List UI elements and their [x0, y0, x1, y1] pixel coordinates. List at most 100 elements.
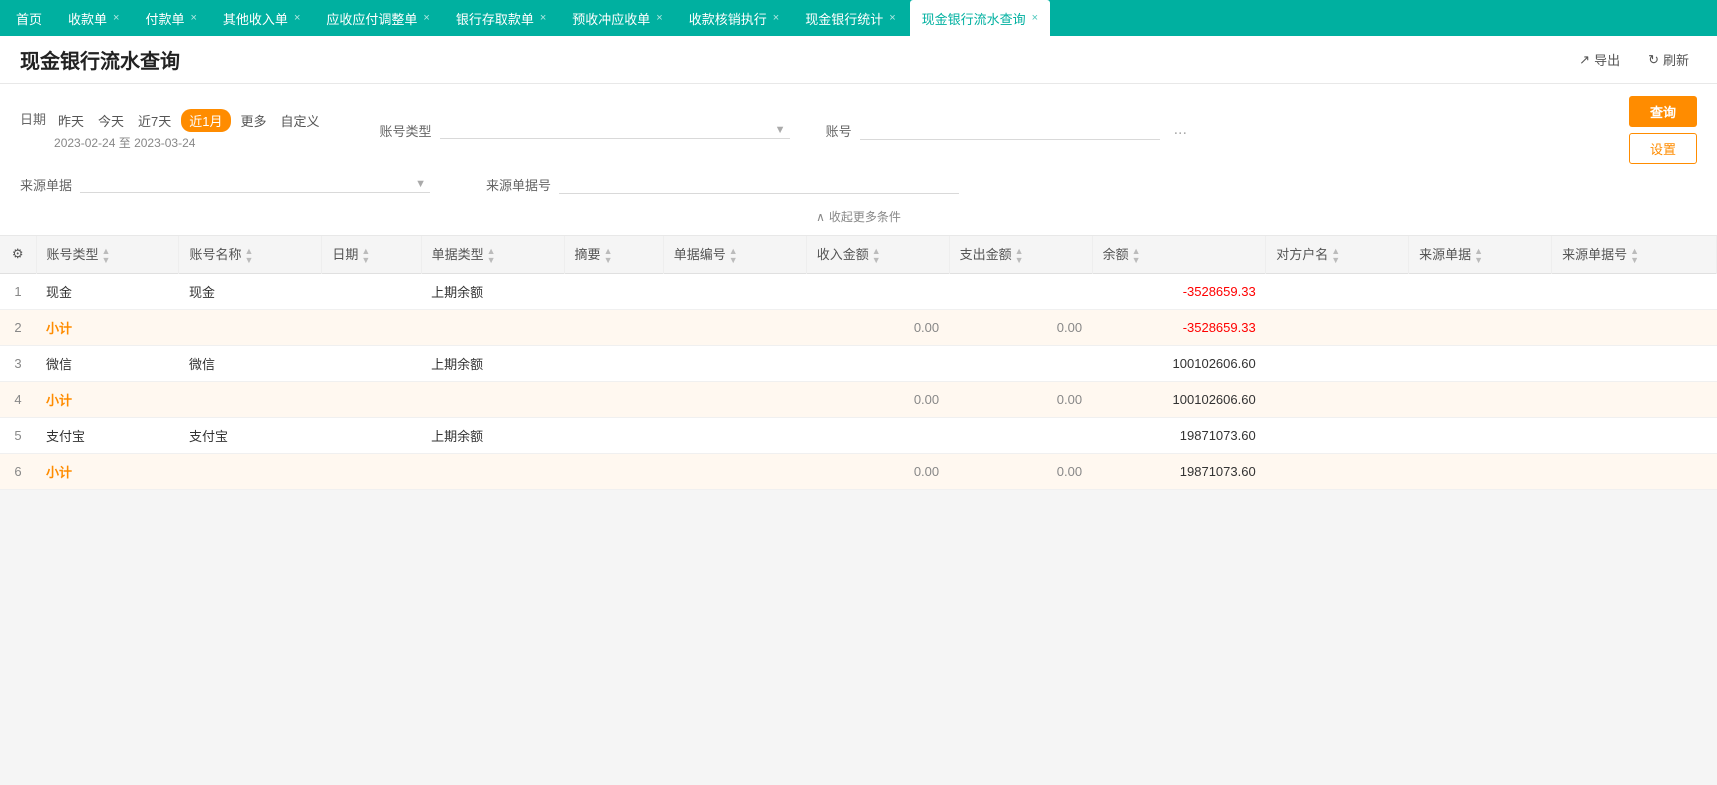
col-header-summary: 摘要▲▼ — [564, 236, 663, 273]
nav-close-icon-8[interactable]: × — [889, 12, 895, 24]
export-button[interactable]: ↗ 导出 — [1571, 46, 1628, 73]
date-option-0[interactable]: 昨天 — [54, 109, 88, 132]
account-input[interactable] — [860, 120, 1160, 140]
col-header-counterpart: 对方户名▲▼ — [1266, 236, 1409, 273]
data-table-container: ⚙账号类型▲▼账号名称▲▼日期▲▼单据类型▲▼摘要▲▼单据编号▲▼收入金额▲▼支… — [0, 236, 1717, 490]
cell-counterpart — [1266, 345, 1409, 381]
nav-item-8[interactable]: 现金银行统计× — [793, 0, 907, 36]
cell-doc_type — [421, 309, 564, 345]
cell-expense — [949, 273, 1092, 309]
sort-icon-income[interactable]: ▲▼ — [872, 247, 881, 265]
cell-doc_type: 上期余额 — [421, 273, 564, 309]
table-body: 1现金现金上期余额-3528659.332小计0.000.00-3528659.… — [0, 273, 1717, 489]
sort-icon-balance[interactable]: ▲▼ — [1132, 247, 1141, 265]
query-button[interactable]: 查询 — [1629, 96, 1697, 127]
nav-item-6[interactable]: 预收冲应收单× — [560, 0, 674, 36]
collapse-button[interactable]: ∧ 收起更多条件 — [816, 208, 901, 225]
filter-area: 日期 昨天今天近7天近1月更多自定义 2023-02-24 至 2023-03-… — [0, 84, 1717, 236]
cell-date — [322, 309, 421, 345]
nav-close-icon-4[interactable]: × — [423, 12, 429, 24]
nav-close-icon-2[interactable]: × — [190, 12, 196, 24]
nav-item-7[interactable]: 收款核销执行× — [677, 0, 791, 36]
date-options: 昨天今天近7天近1月更多自定义 — [54, 109, 324, 132]
date-range-display: 2023-02-24 至 2023-03-24 — [54, 134, 324, 151]
nav-item-2[interactable]: 付款单× — [133, 0, 208, 36]
cell-summary — [564, 417, 663, 453]
cell-account_name: 现金 — [179, 273, 322, 309]
col-header-settings[interactable]: ⚙ — [0, 236, 36, 273]
cell-date — [322, 453, 421, 489]
cell-account_type: 小计 — [36, 453, 179, 489]
nav-close-icon-1[interactable]: × — [113, 12, 119, 24]
sort-icon-doc_type[interactable]: ▲▼ — [487, 247, 496, 265]
cell-income — [806, 345, 949, 381]
cell-index: 6 — [0, 453, 36, 489]
date-option-3[interactable]: 近1月 — [181, 109, 230, 132]
cell-income: 0.00 — [806, 453, 949, 489]
refresh-icon: ↻ — [1648, 52, 1659, 68]
account-label: 账号 — [826, 121, 852, 140]
date-option-1[interactable]: 今天 — [94, 109, 128, 132]
account-dots[interactable]: ... — [1168, 119, 1193, 141]
cell-account_name — [179, 381, 322, 417]
nav-close-icon-9[interactable]: × — [1032, 12, 1038, 24]
date-filter-group: 日期 昨天今天近7天近1月更多自定义 2023-02-24 至 2023-03-… — [20, 109, 324, 151]
collapse-row: ∧ 收起更多条件 — [20, 204, 1697, 227]
cell-source_doc — [1409, 273, 1552, 309]
setting-button[interactable]: 设置 — [1629, 133, 1697, 164]
cell-balance: 19871073.60 — [1092, 417, 1266, 453]
cell-source_doc_no — [1552, 453, 1717, 489]
cell-date — [322, 381, 421, 417]
cell-doc_type: 上期余额 — [421, 345, 564, 381]
nav-item-1[interactable]: 收款单× — [56, 0, 131, 36]
sort-icon-counterpart[interactable]: ▲▼ — [1331, 247, 1340, 265]
cell-index: 4 — [0, 381, 36, 417]
cell-balance: 19871073.60 — [1092, 453, 1266, 489]
nav-item-9[interactable]: 现金银行流水查询× — [910, 0, 1050, 36]
cell-summary — [564, 309, 663, 345]
cell-balance: -3528659.33 — [1092, 309, 1266, 345]
date-label: 日期 — [20, 109, 46, 128]
sort-icon-account_type[interactable]: ▲▼ — [102, 247, 111, 265]
source-doc-group: 来源单据 ▼ — [20, 175, 430, 194]
date-option-4[interactable]: 更多 — [237, 109, 271, 132]
cell-account_type: 支付宝 — [36, 417, 179, 453]
nav-item-5[interactable]: 银行存取款单× — [444, 0, 558, 36]
sort-icon-date[interactable]: ▲▼ — [361, 247, 370, 265]
nav-close-icon-7[interactable]: × — [773, 12, 779, 24]
sort-icon-account_name[interactable]: ▲▼ — [244, 247, 253, 265]
source-doc-num-input[interactable] — [559, 174, 959, 194]
cell-expense: 0.00 — [949, 453, 1092, 489]
page-title: 现金银行流水查询 — [20, 45, 180, 74]
cell-account_name: 微信 — [179, 345, 322, 381]
sort-icon-source_doc[interactable]: ▲▼ — [1474, 247, 1483, 265]
nav-close-icon-5[interactable]: × — [540, 12, 546, 24]
account-type-select[interactable]: ▼ — [440, 122, 790, 139]
cell-account_type: 现金 — [36, 273, 179, 309]
cell-account_type: 小计 — [36, 381, 179, 417]
cell-source_doc_no — [1552, 273, 1717, 309]
cell-account_type: 小计 — [36, 309, 179, 345]
table-header-row: ⚙账号类型▲▼账号名称▲▼日期▲▼单据类型▲▼摘要▲▼单据编号▲▼收入金额▲▼支… — [0, 236, 1717, 273]
cell-account_name — [179, 453, 322, 489]
nav-item-3[interactable]: 其他收入单× — [211, 0, 312, 36]
date-option-5[interactable]: 自定义 — [277, 109, 324, 132]
sort-icon-source_doc_no[interactable]: ▲▼ — [1630, 247, 1639, 265]
nav-close-icon-3[interactable]: × — [294, 12, 300, 24]
sort-icon-summary[interactable]: ▲▼ — [604, 247, 613, 265]
cell-source_doc_no — [1552, 309, 1717, 345]
source-doc-label: 来源单据 — [20, 175, 72, 194]
cell-doc_no — [663, 417, 806, 453]
cell-counterpart — [1266, 309, 1409, 345]
sort-icon-doc_no[interactable]: ▲▼ — [729, 247, 738, 265]
source-doc-select[interactable]: ▼ — [80, 176, 430, 193]
nav-close-icon-6[interactable]: × — [656, 12, 662, 24]
refresh-button[interactable]: ↻ 刷新 — [1640, 46, 1697, 73]
cell-income — [806, 273, 949, 309]
date-option-2[interactable]: 近7天 — [134, 109, 175, 132]
nav-item-4[interactable]: 应收应付调整单× — [314, 0, 441, 36]
cell-counterpart — [1266, 417, 1409, 453]
page-header: 现金银行流水查询 ↗ 导出 ↻ 刷新 — [0, 36, 1717, 84]
sort-icon-expense[interactable]: ▲▼ — [1015, 247, 1024, 265]
nav-item-0[interactable]: 首页 — [4, 0, 54, 36]
